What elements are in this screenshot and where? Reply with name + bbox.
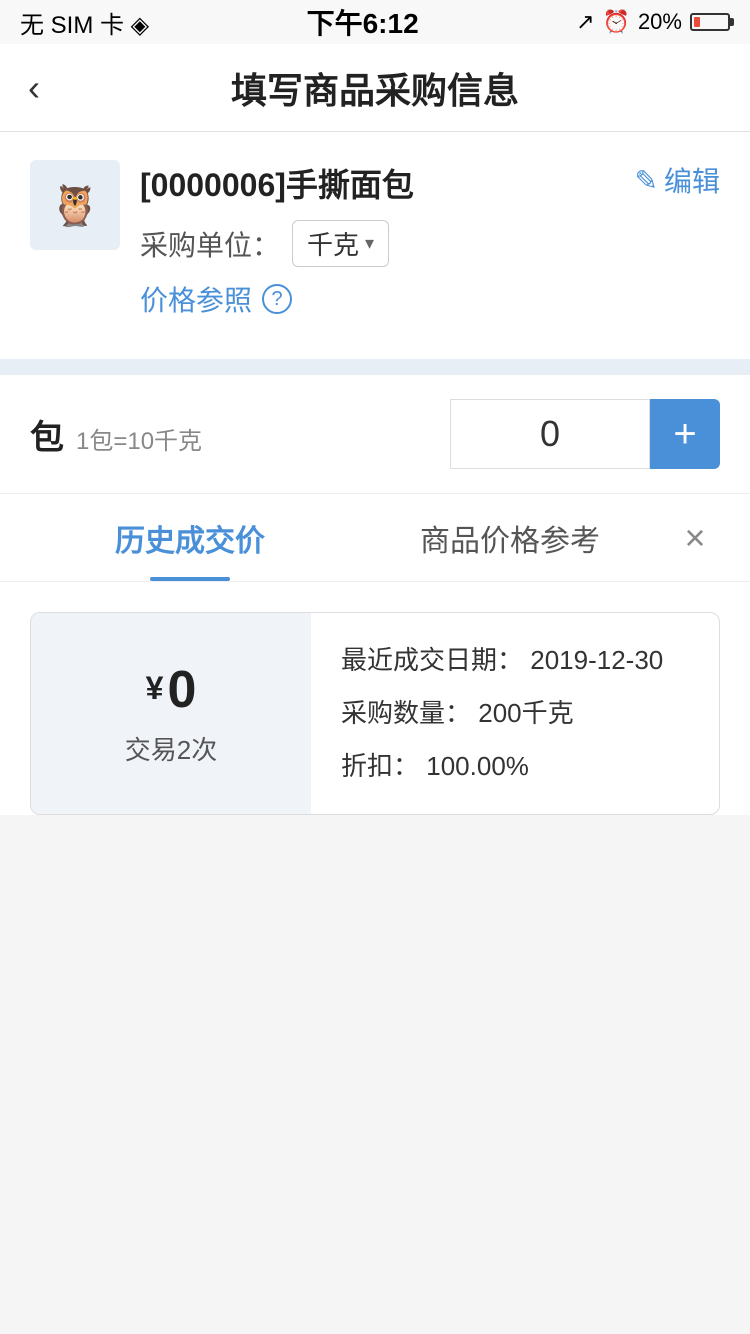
tab-price-ref-label: 商品价格参考 <box>420 516 600 560</box>
product-thumbnail: 🦉 <box>30 160 120 250</box>
card-price: ¥ 0 <box>146 660 197 720</box>
quantity-input-group: + <box>450 399 720 469</box>
tab-history-label: 历史成交价 <box>115 516 265 560</box>
price-value: 0 <box>167 660 196 720</box>
trade-count: 交易2次 <box>125 730 217 767</box>
status-bar: 无 SIM 卡 ◈ 下午6:12 ↗ ⏰ 20% <box>0 0 750 44</box>
recent-date-row: 最近成交日期： 2019-12-30 <box>341 641 689 680</box>
edit-icon: ✎ <box>635 164 658 197</box>
info-icon[interactable]: ? <box>262 284 292 314</box>
quantity-row: 包 1包=10千克 + <box>0 375 750 494</box>
product-thumb-icon: 🦉 <box>50 182 100 229</box>
quantity-unit-big: 包 <box>30 410 64 459</box>
back-button[interactable]: ‹ <box>28 67 40 109</box>
product-section: 🦉 [0000006]手撕面包 采购单位： 千克 ▾ 价格参照 ? <box>0 132 750 359</box>
unit-select[interactable]: 千克 ▾ <box>292 220 389 267</box>
product-left: 🦉 [0000006]手撕面包 采购单位： 千克 ▾ 价格参照 ? <box>30 160 414 319</box>
quantity-label-group: 包 1包=10千克 <box>30 410 202 459</box>
price-card: ¥ 0 交易2次 最近成交日期： 2019-12-30 采购数量： 200千克 … <box>30 612 720 815</box>
quantity-plus-button[interactable]: + <box>650 399 720 469</box>
battery-percent: 20% <box>638 9 682 35</box>
card-left: ¥ 0 交易2次 <box>31 613 311 814</box>
tab-history-price[interactable]: 历史成交价 <box>30 494 350 581</box>
tabs-row: 历史成交价 商品价格参考 × <box>0 494 750 582</box>
page-title: 填写商品采购信息 <box>231 62 519 114</box>
location-icon: ↗ <box>576 9 594 35</box>
alarm-icon: ⏰ <box>603 9 630 35</box>
recent-date-value: 2019-12-30 <box>530 645 663 675</box>
status-time: 下午6:12 <box>307 2 419 42</box>
product-unit-row: 采购单位： 千克 ▾ <box>140 220 414 267</box>
currency-symbol: ¥ <box>146 670 164 707</box>
edit-button[interactable]: ✎ 编辑 <box>635 160 720 200</box>
quantity-label-card: 采购数量： <box>341 698 471 728</box>
tab-price-ref[interactable]: 商品价格参考 <box>350 494 670 581</box>
close-panel-button[interactable]: × <box>670 513 720 563</box>
signal-text: 无 SIM 卡 ◈ <box>20 5 149 40</box>
section-divider <box>0 359 750 375</box>
recent-date-label: 最近成交日期： <box>341 645 523 675</box>
chevron-down-icon: ▾ <box>365 233 374 254</box>
product-header: 🦉 [0000006]手撕面包 采购单位： 千克 ▾ 价格参照 ? <box>30 160 720 319</box>
battery-icon <box>690 13 730 31</box>
tab-underline <box>150 577 230 581</box>
purchase-unit-label: 采购单位： <box>140 224 280 264</box>
nav-bar: ‹ 填写商品采购信息 <box>0 44 750 132</box>
product-name: [0000006]手撕面包 <box>140 160 414 206</box>
price-ref-row: 价格参照 ? <box>140 279 414 319</box>
quantity-value-card: 200千克 <box>478 698 573 728</box>
card-right: 最近成交日期： 2019-12-30 采购数量： 200千克 折扣： 100.0… <box>311 613 719 814</box>
quantity-input[interactable] <box>450 399 650 469</box>
discount-row: 折扣： 100.00% <box>341 747 689 786</box>
status-right: ↗ ⏰ 20% <box>576 9 730 35</box>
quantity-row-card: 采购数量： 200千克 <box>341 694 689 733</box>
discount-label: 折扣： <box>341 751 419 781</box>
quantity-unit-small: 1包=10千克 <box>76 421 202 456</box>
price-ref-button[interactable]: 价格参照 <box>140 279 252 319</box>
status-left: 无 SIM 卡 ◈ <box>20 5 149 40</box>
product-info: [0000006]手撕面包 采购单位： 千克 ▾ 价格参照 ? <box>140 160 414 319</box>
discount-value: 100.00% <box>426 751 529 781</box>
unit-value: 千克 <box>307 225 359 262</box>
bottom-panel: 历史成交价 商品价格参考 × ¥ 0 交易2次 最近成交日期： 2019-12-… <box>0 494 750 815</box>
